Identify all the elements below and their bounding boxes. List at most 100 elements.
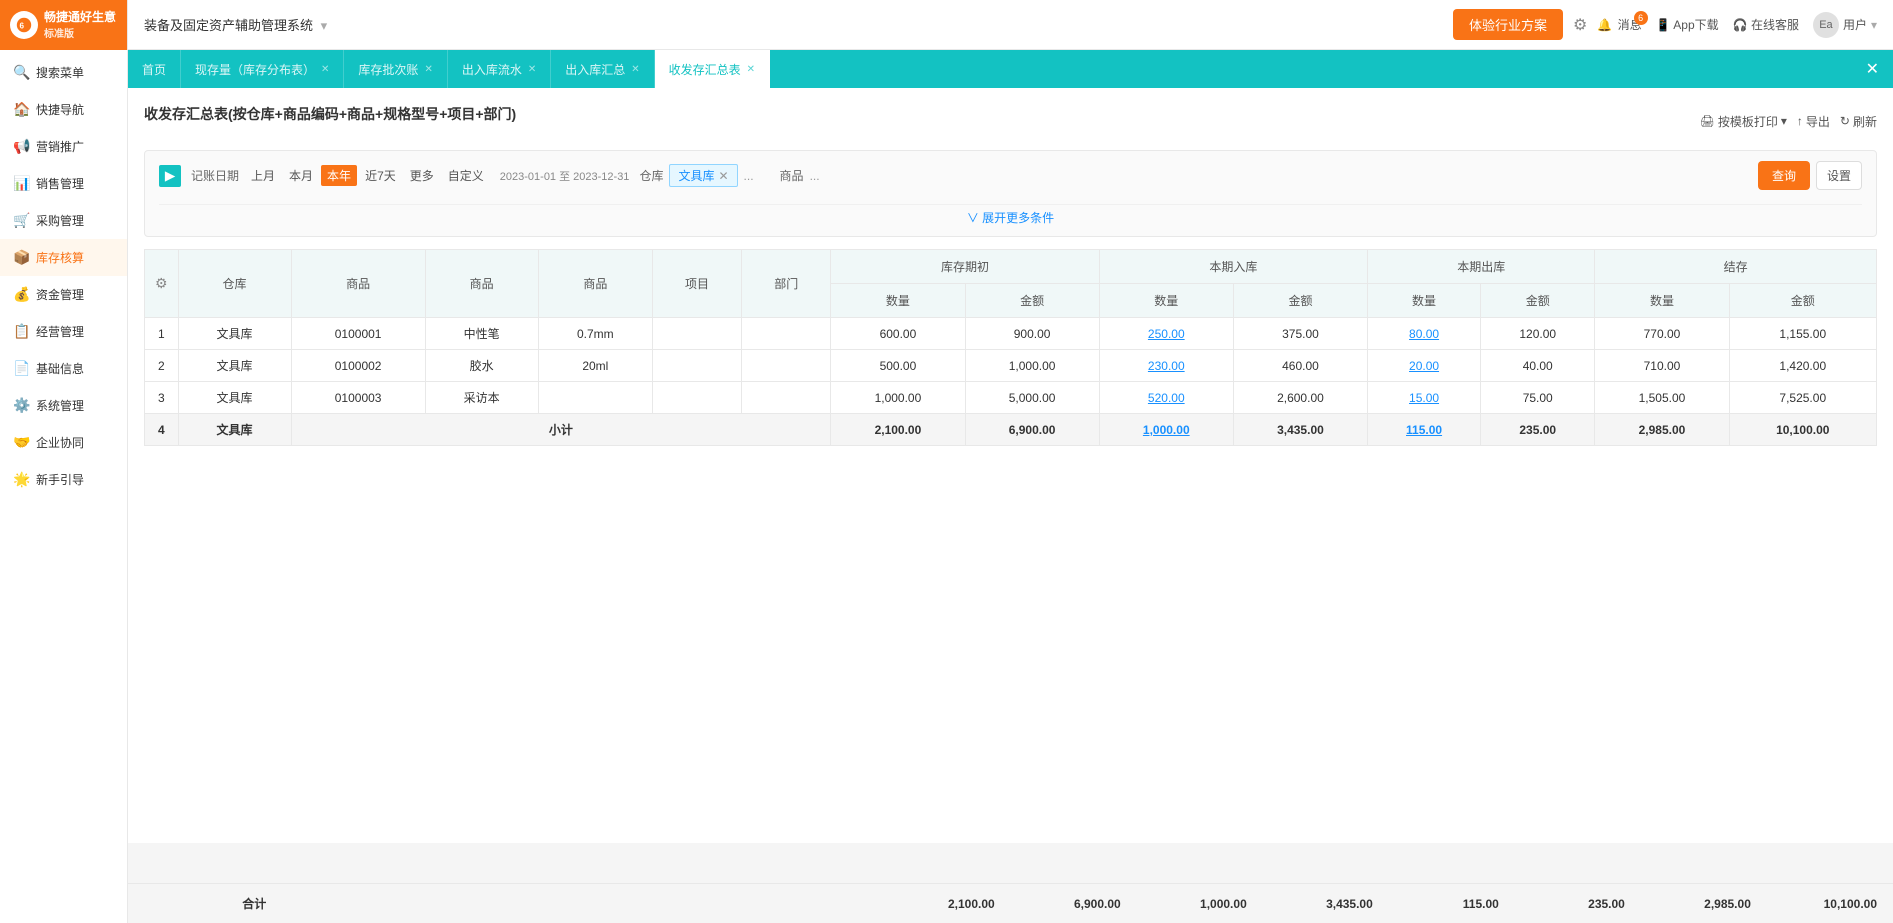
tab-collection-summary[interactable]: 收发存汇总表 ✕	[655, 50, 770, 88]
sidebar-nav: 🔍 搜索菜单 🏠 快捷导航 📢 营销推广 📊 销售管理 🛒 采购管理 📦 库存核…	[0, 50, 127, 923]
date-btn-last-month[interactable]: 上月	[245, 165, 281, 186]
tab-home[interactable]: 首页	[128, 50, 181, 88]
topbar-actions: 🔔 6 消息 📱 App下载 🎧 在线客服 Ea 用户 ▾	[1597, 12, 1877, 38]
filter-toggle-btn[interactable]: ▶	[159, 165, 181, 187]
date-btn-this-year[interactable]: 本年	[321, 165, 357, 186]
sidebar-label-inventory: 库存核算	[36, 249, 84, 266]
row1-in-qty[interactable]: 250.00	[1099, 318, 1233, 350]
date-btn-more[interactable]: 更多	[404, 165, 440, 186]
sidebar-item-system[interactable]: ⚙️ 系统管理	[0, 387, 127, 424]
col-settings: ⚙	[145, 250, 179, 318]
sidebar-item-finance[interactable]: 💰 资金管理	[0, 276, 127, 313]
tab-inout-summary-close[interactable]: ✕	[631, 64, 639, 75]
sidebar-item-search[interactable]: 🔍 搜索菜单	[0, 54, 127, 91]
tabbar-close-btn[interactable]: ✕	[1852, 59, 1893, 79]
settings-btn[interactable]: 设置	[1816, 161, 1862, 190]
home-icon: 🏠	[14, 102, 30, 118]
tab-batch-close[interactable]: ✕	[424, 64, 432, 75]
sidebar-label-finance: 资金管理	[36, 286, 84, 303]
warehouse-more[interactable]: ...	[744, 169, 754, 183]
row1-goods-spec: 0.7mm	[538, 318, 652, 350]
sidebar-item-purchase[interactable]: 🛒 采购管理	[0, 202, 127, 239]
sidebar-item-basic[interactable]: 📄 基础信息	[0, 350, 127, 387]
newbie-icon: 🌟	[14, 472, 30, 488]
topbar: 装备及固定资产辅助管理系统 ▾ 体验行业方案 ⚙ 🔔 6 消息 📱 App下载 …	[128, 0, 1893, 50]
subtotal-out-qty[interactable]: 115.00	[1368, 414, 1481, 446]
row2-in-qty[interactable]: 230.00	[1099, 350, 1233, 382]
expand-conditions-btn[interactable]: ∨ 展开更多条件	[967, 209, 1054, 226]
export-btn[interactable]: ↑ 导出	[1797, 113, 1830, 130]
tab-inventory-dist-close[interactable]: ✕	[321, 64, 329, 75]
table-settings-icon[interactable]: ⚙	[155, 275, 168, 291]
row3-in-qty[interactable]: 520.00	[1099, 382, 1233, 414]
tab-inventory-dist[interactable]: 现存量（库存分布表） ✕	[181, 50, 344, 88]
topbar-title: 装备及固定资产辅助管理系统 ▾	[144, 15, 1443, 34]
subtotal-open-amt: 6,900.00	[965, 414, 1099, 446]
subtotal-label: 小计	[291, 414, 831, 446]
online-service[interactable]: 🎧 在线客服	[1733, 16, 1799, 33]
row1-close-qty: 770.00	[1595, 318, 1729, 350]
print-btn[interactable]: 🖨 按模板打印 ▾	[1700, 113, 1787, 130]
main: 装备及固定资产辅助管理系统 ▾ 体验行业方案 ⚙ 🔔 6 消息 📱 App下载 …	[128, 0, 1893, 923]
query-btn[interactable]: 查询	[1758, 161, 1810, 190]
row3-out-amt: 75.00	[1481, 382, 1595, 414]
expand-icon: ∨	[967, 211, 979, 225]
app-download[interactable]: 📱 App下载	[1656, 16, 1719, 33]
export-label: 导出	[1806, 113, 1830, 130]
open-qty-header: 数量	[831, 284, 965, 318]
refresh-btn[interactable]: ↻ 刷新	[1840, 113, 1877, 130]
date-btn-this-month[interactable]: 本月	[283, 165, 319, 186]
sidebar-item-sales[interactable]: 📊 销售管理	[0, 165, 127, 202]
row2-close-qty: 710.00	[1595, 350, 1729, 382]
sidebar-item-enterprise[interactable]: 🤝 企业协同	[0, 424, 127, 461]
tab-inout-flow[interactable]: 出入库流水 ✕	[448, 50, 551, 88]
tab-inout-flow-close[interactable]: ✕	[528, 64, 536, 75]
sidebar-item-inventory[interactable]: 📦 库存核算	[0, 239, 127, 276]
sidebar-label-newbie: 新手引导	[36, 471, 84, 488]
total-in-amt: 3,435.00	[1247, 895, 1373, 912]
purchase-icon: 🛒	[14, 213, 30, 229]
date-btn-7days[interactable]: 近7天	[359, 165, 402, 186]
row2-project	[652, 350, 741, 382]
tab-batch[interactable]: 库存批次账 ✕	[344, 50, 447, 88]
total-open-qty: 2,100.00	[869, 895, 995, 912]
enterprise-icon: 🤝	[14, 435, 30, 451]
tab-collection-summary-close[interactable]: ✕	[747, 64, 755, 75]
row2-goods-code: 0100002	[291, 350, 425, 382]
goods-more[interactable]: ...	[810, 169, 820, 183]
sidebar-label-system: 系统管理	[36, 397, 84, 414]
row1-out-qty[interactable]: 80.00	[1368, 318, 1481, 350]
gear-icon[interactable]: ⚙	[1573, 15, 1587, 35]
sidebar-item-newbie[interactable]: 🌟 新手引导	[0, 461, 127, 498]
system-icon: ⚙️	[14, 398, 30, 414]
row2-open-amt: 1,000.00	[965, 350, 1099, 382]
row3-out-qty[interactable]: 15.00	[1368, 382, 1481, 414]
page-container: 收发存汇总表(按仓库+商品编码+商品+规格型号+项目+部门) 🖨 按模板打印 ▾…	[128, 88, 1893, 843]
refresh-label: 刷新	[1853, 113, 1877, 130]
tab-inout-summary[interactable]: 出入库汇总 ✕	[551, 50, 654, 88]
notification-count: 6	[1634, 11, 1648, 25]
row2-out-qty[interactable]: 20.00	[1368, 350, 1481, 382]
user-menu[interactable]: Ea 用户 ▾	[1813, 12, 1877, 38]
sidebar-item-quick-nav[interactable]: 🏠 快捷导航	[0, 91, 127, 128]
row1-project	[652, 318, 741, 350]
expand-label: 展开更多条件	[982, 211, 1054, 225]
bell-icon: 🔔	[1597, 18, 1612, 32]
notification-bell[interactable]: 🔔 6 消息	[1597, 16, 1641, 33]
sidebar-item-operations[interactable]: 📋 经营管理	[0, 313, 127, 350]
system-title: 装备及固定资产辅助管理系统	[144, 18, 313, 33]
warehouse-tag-close[interactable]: ✕	[718, 169, 728, 183]
sidebar-label-sales: 销售管理	[36, 175, 84, 192]
date-btn-custom[interactable]: 自定义	[442, 165, 490, 186]
col-inbound-header: 本期入库	[1099, 250, 1367, 284]
row3-in-amt: 2,600.00	[1233, 382, 1367, 414]
col-goods-code-header: 商品	[291, 250, 425, 318]
experience-btn[interactable]: 体验行业方案	[1453, 9, 1563, 40]
sidebar-label-marketing: 营销推广	[36, 138, 84, 155]
subtotal-in-qty[interactable]: 1,000.00	[1099, 414, 1233, 446]
row3-no: 3	[145, 382, 179, 414]
subtotal-out-amt: 235.00	[1481, 414, 1595, 446]
sidebar-item-marketing[interactable]: 📢 营销推广	[0, 128, 127, 165]
row2-in-amt: 460.00	[1233, 350, 1367, 382]
open-amt-header: 金额	[965, 284, 1099, 318]
